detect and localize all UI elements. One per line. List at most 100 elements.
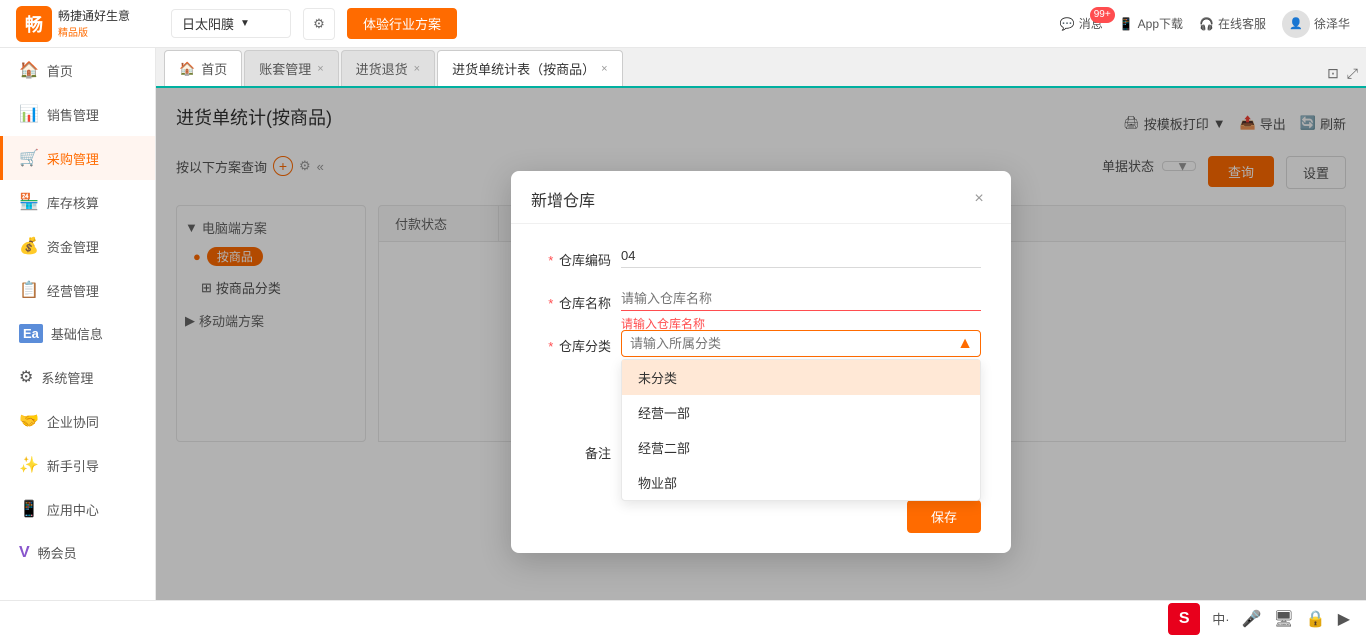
online-service-button[interactable]: 🎧 在线客服 bbox=[1199, 15, 1266, 32]
warehouse-code-input[interactable] bbox=[621, 244, 981, 268]
sidebar-item-guide[interactable]: ✨ 新手引导 bbox=[0, 443, 155, 487]
inventory-icon: 🏪 bbox=[19, 192, 39, 212]
chevron-down-icon: ▼ bbox=[240, 18, 250, 29]
sidebar-item-home[interactable]: 🏠 首页 bbox=[0, 48, 155, 92]
basic-info-icon: Ea bbox=[19, 324, 43, 343]
trial-button[interactable]: 体验行业方案 bbox=[347, 8, 457, 39]
modal-backdrop[interactable]: 新增仓库 × * 仓库编码 * bbox=[156, 88, 1366, 636]
name-label: * 仓库名称 bbox=[541, 287, 621, 312]
dropdown-item-dept1[interactable]: 经营一部 bbox=[622, 395, 980, 430]
bottom-right: S 中· 🎤 🖥 🔒 ▶ bbox=[1168, 603, 1350, 635]
main-area: 🏠 首页 账套管理 × 进货退货 × 进货单统计表（按商品） × ⊡ ⤢ 进货单… bbox=[156, 48, 1366, 636]
vip-icon: V bbox=[19, 544, 30, 562]
app-center-icon: 📱 bbox=[19, 499, 39, 519]
sidebar-item-sales[interactable]: 📊 销售管理 bbox=[0, 92, 155, 136]
tab-purchase-stats[interactable]: 进货单统计表（按商品） × bbox=[437, 50, 622, 86]
message-icon: 💬 bbox=[1060, 17, 1075, 31]
modal-close-button[interactable]: × bbox=[967, 187, 991, 211]
sidebar-item-app-center[interactable]: 📱 应用中心 bbox=[0, 487, 155, 531]
bottom-lang-icon[interactable]: 中· bbox=[1212, 609, 1229, 628]
user-avatar: 👤 bbox=[1282, 10, 1310, 38]
tab-expand-icon[interactable]: ⤢ bbox=[1347, 65, 1358, 82]
top-header: 畅 畅捷通好生意 精品版 日太阳膜 ▼ ⚙ 体验行业方案 💬 消息 99+ 📱 … bbox=[0, 0, 1366, 48]
sidebar-label-guide: 新手引导 bbox=[47, 456, 99, 475]
sidebar-item-system[interactable]: ⚙ 系统管理 bbox=[0, 355, 155, 399]
user-menu[interactable]: 👤 徐泽华 bbox=[1282, 10, 1350, 38]
s-logo: S bbox=[1168, 603, 1200, 635]
tab-account-management[interactable]: 账套管理 × bbox=[244, 50, 338, 86]
app-download-label: App下载 bbox=[1138, 15, 1183, 32]
tab-bar-right: ⊡ ⤢ bbox=[1327, 65, 1358, 86]
sales-icon: 📊 bbox=[19, 104, 39, 124]
logo-area: 畅 畅捷通好生意 精品版 bbox=[16, 6, 171, 42]
tab-bar: 🏠 首页 账套管理 × 进货退货 × 进货单统计表（按商品） × ⊡ ⤢ bbox=[156, 48, 1366, 88]
app-logo-icon: 畅 bbox=[16, 6, 52, 42]
operations-icon: 📋 bbox=[19, 280, 39, 300]
bottom-bar: S 中· 🎤 🖥 🔒 ▶ bbox=[0, 600, 1366, 636]
warehouse-name-input[interactable] bbox=[621, 287, 981, 311]
content-wrapper: 进货单统计(按商品) 🖨 按模板打印 ▼ 📤 导出 🔄 刷新 bbox=[156, 88, 1366, 636]
dropdown-item-property[interactable]: 物业部 bbox=[622, 465, 980, 500]
sidebar-label-purchase: 采购管理 bbox=[47, 149, 99, 168]
dropdown-item-dept2[interactable]: 经营二部 bbox=[622, 430, 980, 465]
tab-purchase-return[interactable]: 进货退货 × bbox=[341, 50, 435, 86]
sidebar-label-operations: 经营管理 bbox=[47, 281, 99, 300]
bottom-mic-icon[interactable]: 🎤 bbox=[1242, 609, 1262, 629]
bottom-play-icon[interactable]: ▶ bbox=[1338, 609, 1350, 629]
messages-badge: 99+ bbox=[1090, 7, 1115, 23]
form-row-category: * 仓库分类 ▲ 未分类 经营一部 经营二部 物业部 bbox=[541, 330, 981, 357]
sidebar-label-app-center: 应用中心 bbox=[47, 500, 99, 519]
tab-home-label: 首页 bbox=[201, 59, 227, 78]
bottom-monitor-icon[interactable]: 🖥 bbox=[1273, 609, 1293, 629]
form-row-name: * 仓库名称 请输入仓库名称 bbox=[541, 287, 981, 312]
sidebar-item-inventory[interactable]: 🏪 库存核算 bbox=[0, 180, 155, 224]
sidebar-item-purchase[interactable]: 🛒 采购管理 bbox=[0, 136, 155, 180]
save-button[interactable]: 保存 bbox=[907, 500, 981, 533]
home-icon: 🏠 bbox=[19, 60, 39, 80]
settings-gear-button[interactable]: ⚙ bbox=[303, 8, 335, 40]
messages-button[interactable]: 💬 消息 99+ bbox=[1060, 15, 1103, 32]
tab-restore-icon[interactable]: ⊡ bbox=[1327, 65, 1339, 82]
home-tab-icon: 🏠 bbox=[179, 61, 195, 77]
category-dropdown: 未分类 经营一部 经营二部 物业部 bbox=[621, 359, 981, 501]
category-label: * 仓库分类 bbox=[541, 330, 621, 355]
sidebar-item-cooperation[interactable]: 🤝 企业协同 bbox=[0, 399, 155, 443]
finance-icon: 💰 bbox=[19, 236, 39, 256]
sidebar-item-basic-info[interactable]: Ea 基础信息 bbox=[0, 312, 155, 355]
system-icon: ⚙ bbox=[19, 367, 33, 387]
logo-text: 畅捷通好生意 bbox=[58, 8, 130, 25]
dropdown-item-unclassified[interactable]: 未分类 bbox=[622, 360, 980, 395]
tab-account-close[interactable]: × bbox=[317, 63, 323, 75]
sidebar-label-system: 系统管理 bbox=[41, 368, 93, 387]
sidebar: 🏠 首页 📊 销售管理 🛒 采购管理 🏪 库存核算 💰 资金管理 📋 经营管理 … bbox=[0, 48, 156, 636]
modal-header: 新增仓库 × bbox=[511, 171, 1011, 224]
bottom-lock-icon[interactable]: 🔒 bbox=[1306, 609, 1326, 629]
tab-purchase-return-close[interactable]: × bbox=[414, 63, 420, 75]
modal-title: 新增仓库 bbox=[531, 187, 595, 211]
category-input[interactable] bbox=[621, 330, 981, 357]
sidebar-label-basic-info: 基础信息 bbox=[51, 324, 103, 343]
sidebar-label-vip: 畅会员 bbox=[38, 543, 77, 562]
tab-account-label: 账套管理 bbox=[259, 59, 311, 78]
tab-purchase-stats-label: 进货单统计表（按商品） bbox=[452, 59, 595, 78]
modal-footer: 保存 bbox=[511, 500, 1011, 533]
online-service-label: 在线客服 bbox=[1218, 15, 1266, 32]
sidebar-item-finance[interactable]: 💰 资金管理 bbox=[0, 224, 155, 268]
tab-purchase-stats-close[interactable]: × bbox=[601, 63, 607, 75]
guide-icon: ✨ bbox=[19, 455, 39, 475]
cooperation-icon: 🤝 bbox=[19, 411, 39, 431]
sidebar-label-finance: 资金管理 bbox=[47, 237, 99, 256]
notes-label: 备注 bbox=[541, 437, 621, 462]
sidebar-item-operations[interactable]: 📋 经营管理 bbox=[0, 268, 155, 312]
store-name: 日太阳膜 bbox=[182, 14, 234, 33]
tab-home[interactable]: 🏠 首页 bbox=[164, 50, 242, 86]
purchase-icon: 🛒 bbox=[19, 148, 39, 168]
app-download-button[interactable]: 📱 App下载 bbox=[1119, 15, 1183, 32]
header-right: 💬 消息 99+ 📱 App下载 🎧 在线客服 👤 徐泽华 bbox=[1060, 10, 1350, 38]
category-toggle-icon[interactable]: ▲ bbox=[957, 335, 973, 353]
store-select[interactable]: 日太阳膜 ▼ bbox=[171, 9, 291, 38]
required-star-name: * bbox=[548, 296, 553, 311]
sidebar-item-vip[interactable]: V 畅会员 bbox=[0, 531, 155, 574]
form-row-code: * 仓库编码 bbox=[541, 244, 981, 269]
username: 徐泽华 bbox=[1314, 15, 1350, 32]
